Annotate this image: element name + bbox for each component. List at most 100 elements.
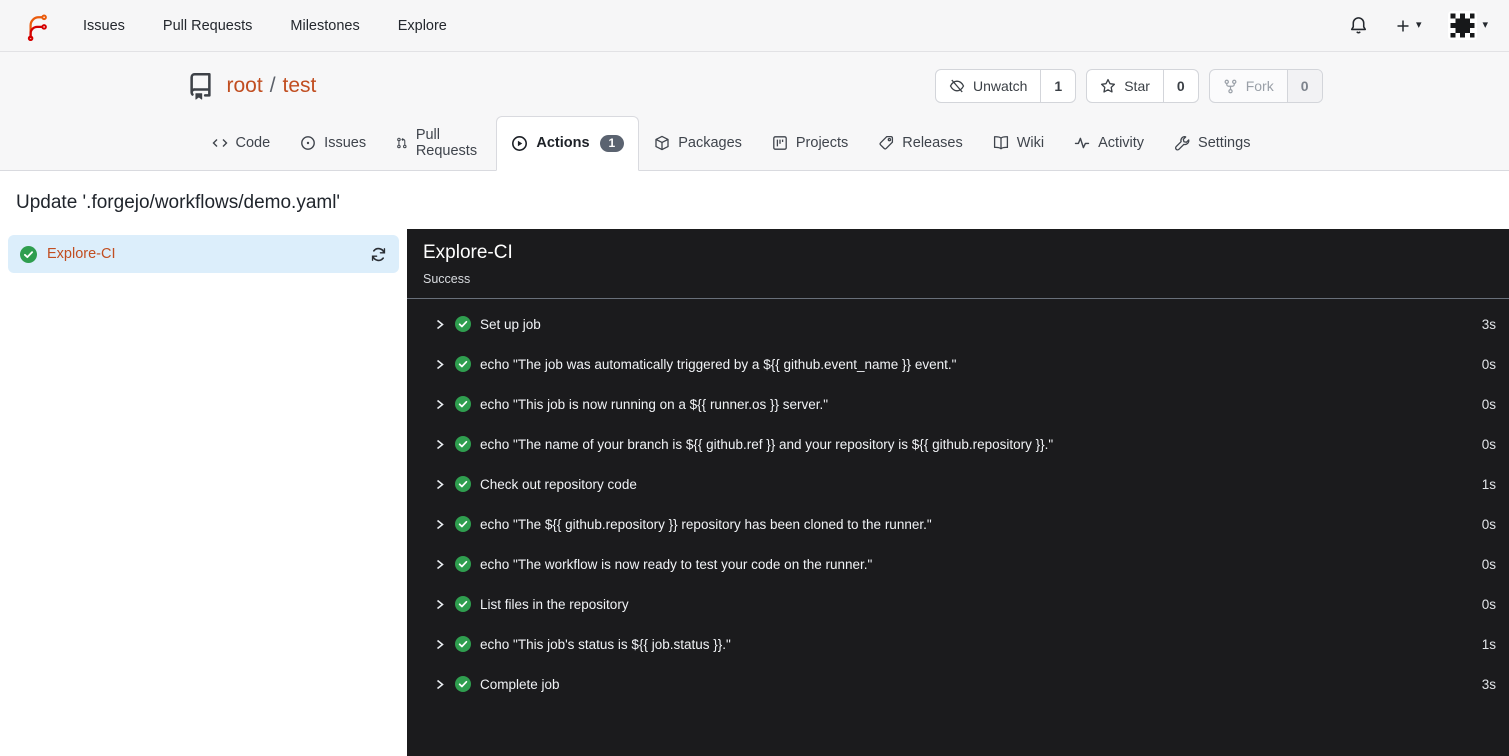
check-circle-icon [455, 556, 471, 572]
step-duration: 1s [1481, 636, 1496, 652]
step-row[interactable]: echo "The name of your branch is ${{ git… [407, 424, 1509, 464]
chevron-right-icon [437, 319, 444, 329]
log-header: Explore-CI Success [407, 229, 1509, 299]
tab-releases[interactable]: Releases [863, 116, 977, 171]
jobs-sidebar: Explore-CI [0, 229, 407, 756]
tab-code[interactable]: Code [197, 116, 286, 171]
code-icon [212, 139, 227, 147]
issue-circle-icon [301, 136, 316, 150]
nav-item-explore[interactable]: Explore [398, 18, 447, 34]
step-row[interactable]: Set up job 3s [407, 304, 1509, 344]
unwatch-label: Unwatch [972, 78, 1028, 94]
fork-button: Fork 0 [1208, 69, 1323, 103]
star-button[interactable]: Star 0 [1086, 69, 1199, 103]
step-row[interactable]: echo "The job was automatically triggere… [407, 344, 1509, 384]
tab-issues[interactable]: Issues [285, 116, 381, 171]
repo-header: root / test Unwatch 1 Star 0 Fork 0 Code… [0, 52, 1509, 171]
check-circle-icon [20, 245, 37, 263]
pull-request-icon [397, 137, 407, 149]
fork-count: 0 [1286, 70, 1322, 102]
user-menu[interactable]: ▾ [1448, 11, 1488, 40]
check-circle-icon [455, 516, 471, 532]
actions-count-badge: 1 [599, 134, 625, 152]
repo-breadcrumb: root / test [226, 74, 317, 98]
job-log-panel: Explore-CI Success Set up job 3s echo "T… [407, 229, 1509, 756]
nav-item-pull-requests[interactable]: Pull Requests [163, 18, 252, 34]
step-row[interactable]: Check out repository code 1s [407, 464, 1509, 504]
tab-actions[interactable]: Actions 1 [496, 116, 640, 171]
check-circle-icon [455, 396, 471, 412]
run-layout: Explore-CI Explore-CI Success Set up job [0, 229, 1509, 756]
chevron-right-icon [437, 599, 444, 609]
nav-item-milestones[interactable]: Milestones [290, 18, 359, 34]
step-row[interactable]: echo "The workflow is now ready to test … [407, 544, 1509, 584]
avatar-identicon [1448, 11, 1478, 40]
pulse-icon [1074, 137, 1090, 149]
step-duration: 0s [1481, 436, 1496, 452]
chevron-right-icon [437, 399, 444, 409]
notifications-bell-icon[interactable] [1349, 16, 1368, 35]
repo-owner-link[interactable]: root [227, 74, 263, 98]
step-duration: 0s [1481, 556, 1496, 572]
navbar-links: Issues Pull Requests Milestones Explore [83, 18, 447, 34]
wiki-book-icon [993, 136, 1008, 150]
repo-name-link[interactable]: test [283, 74, 317, 98]
package-icon [655, 135, 669, 151]
refresh-icon[interactable] [370, 246, 387, 263]
tab-projects[interactable]: Projects [757, 116, 863, 171]
chevron-right-icon [437, 639, 444, 649]
caret-down-icon: ▾ [1415, 19, 1422, 31]
check-circle-icon [455, 316, 471, 332]
tab-settings[interactable]: Settings [1159, 116, 1265, 171]
star-icon [1101, 78, 1116, 93]
play-circle-icon [512, 135, 528, 151]
step-duration: 3s [1481, 316, 1496, 332]
tab-packages[interactable]: Packages [639, 116, 757, 171]
tab-wiki[interactable]: Wiki [978, 116, 1059, 171]
chevron-right-icon [437, 519, 444, 529]
watch-count[interactable]: 1 [1040, 70, 1075, 102]
step-row[interactable]: List files in the repository 0s [407, 584, 1509, 624]
check-circle-icon [455, 356, 471, 372]
star-label: Star [1124, 78, 1150, 94]
step-row[interactable]: Complete job 3s [407, 664, 1509, 704]
check-circle-icon [455, 436, 471, 452]
create-new-button[interactable]: ▾ [1395, 18, 1422, 34]
log-job-title: Explore-CI [423, 242, 513, 263]
check-circle-icon [455, 476, 471, 492]
unwatch-button[interactable]: Unwatch 1 [934, 69, 1077, 103]
fork-label: Fork [1245, 78, 1274, 94]
chevron-right-icon [437, 359, 444, 369]
steps-list: Set up job 3s echo "The job was automati… [407, 299, 1509, 704]
step-row[interactable]: echo "This job's status is ${{ job.statu… [407, 624, 1509, 664]
chevron-right-icon [437, 679, 444, 689]
tab-pull-requests[interactable]: Pull Requests [381, 116, 496, 171]
step-duration: 0s [1481, 516, 1496, 532]
caret-down-icon: ▾ [1482, 19, 1488, 31]
chevron-right-icon [437, 559, 444, 569]
log-job-status: Success [423, 272, 471, 286]
tag-icon [879, 135, 894, 150]
job-name: Explore-CI [47, 246, 116, 262]
forgejo-logo-icon[interactable] [21, 11, 51, 41]
eye-off-icon [949, 79, 965, 93]
step-duration: 1s [1481, 476, 1496, 492]
repo-tab-bar: Code Issues Pull Requests Actions 1 Pack… [187, 116, 1323, 171]
job-item-explore-ci[interactable]: Explore-CI [8, 235, 399, 273]
step-duration: 0s [1481, 596, 1496, 612]
top-navbar: Issues Pull Requests Milestones Explore … [0, 0, 1509, 52]
settings-wrench-icon [1175, 135, 1190, 151]
chevron-right-icon [437, 479, 444, 489]
check-circle-icon [455, 636, 471, 652]
workflow-run-title: Update '.forgejo/workflows/demo.yaml' [16, 192, 341, 213]
nav-item-issues[interactable]: Issues [83, 18, 125, 34]
check-circle-icon [455, 676, 471, 692]
repo-action-buttons: Unwatch 1 Star 0 Fork 0 [934, 69, 1323, 103]
navbar-right: ▾ ▾ [1349, 11, 1488, 40]
step-duration: 0s [1481, 356, 1496, 372]
step-row[interactable]: echo "The ${{ github.repository }} repos… [407, 504, 1509, 544]
step-row[interactable]: echo "This job is now running on a ${{ r… [407, 384, 1509, 424]
tab-activity[interactable]: Activity [1059, 116, 1159, 171]
star-count[interactable]: 0 [1162, 70, 1198, 102]
check-circle-icon [455, 596, 471, 612]
